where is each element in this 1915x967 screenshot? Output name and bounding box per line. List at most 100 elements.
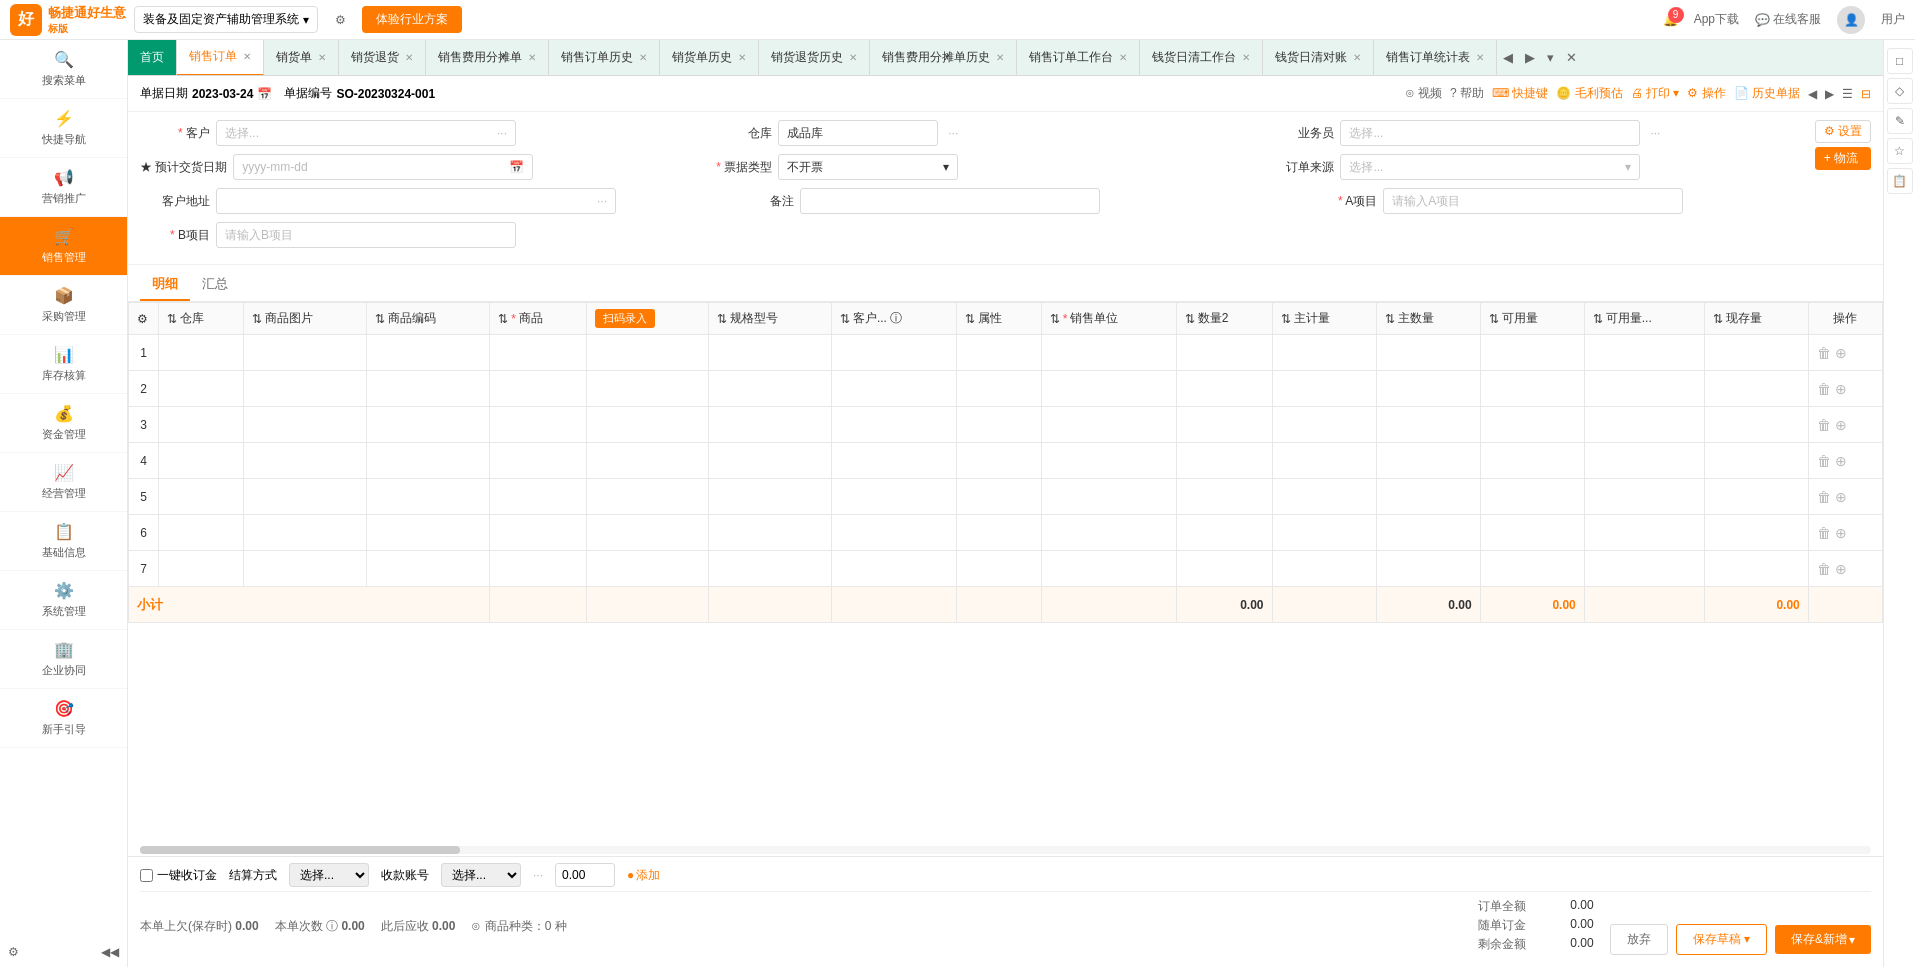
tab-expense-split-close[interactable]: ✕ — [528, 52, 536, 63]
row-6-attribute[interactable] — [956, 515, 1041, 551]
warehouse-ellipsis[interactable]: ··· — [948, 126, 958, 140]
tab-cash-reconcile[interactable]: 钱货日清对账 ✕ — [1263, 40, 1374, 76]
row-7-attribute[interactable] — [956, 551, 1041, 587]
row-6-code[interactable] — [367, 515, 490, 551]
row-7-delete-btn[interactable]: 🗑 — [1817, 561, 1831, 577]
customer-ellipsis[interactable]: ··· — [497, 126, 507, 140]
row-7-qty2[interactable] — [1176, 551, 1272, 587]
customer-address-input[interactable]: ··· — [216, 188, 616, 214]
tab-prev-btn[interactable]: ◀ — [1497, 40, 1519, 76]
right-panel-btn-5[interactable]: 📋 — [1887, 168, 1913, 194]
tab-sales-return[interactable]: 销货单 ✕ — [264, 40, 339, 76]
row-3-sales-unit[interactable] — [1041, 407, 1176, 443]
online-service-link[interactable]: 💬 在线客服 — [1755, 11, 1821, 28]
payment-amount-input[interactable] — [555, 863, 615, 887]
row-3-code[interactable] — [367, 407, 490, 443]
row-5-main-qty[interactable] — [1376, 479, 1480, 515]
tab-sales-refund[interactable]: 销货退货 ✕ — [339, 40, 426, 76]
print-btn[interactable]: 🖨 打印 ▾ — [1631, 85, 1680, 102]
tab-expense-history-close[interactable]: ✕ — [996, 52, 1004, 63]
tab-next-btn[interactable]: ▶ — [1519, 40, 1541, 76]
one-click-confirm-input[interactable] — [140, 869, 153, 882]
tab-cash-workbench-close[interactable]: ✕ — [1242, 52, 1250, 63]
user-avatar[interactable]: 👤 — [1837, 6, 1865, 34]
row-7-spec[interactable] — [708, 551, 831, 587]
calendar-icon[interactable]: 📅 — [257, 87, 272, 101]
tab-sales-return-close[interactable]: ✕ — [318, 52, 326, 63]
row-3-main-qty[interactable] — [1376, 407, 1480, 443]
sidebar-item-operations[interactable]: 📈 经营管理 — [0, 453, 127, 512]
settings-config-btn[interactable]: ⚙ 设置 — [1815, 120, 1871, 143]
row-7-warehouse[interactable] — [159, 551, 244, 587]
sidebar-item-marketing[interactable]: 📢 营销推广 — [0, 158, 127, 217]
customer-address-ellipsis[interactable]: ··· — [597, 194, 607, 208]
row-7-main-qty[interactable] — [1376, 551, 1480, 587]
row-2-delete-btn[interactable]: 🗑 — [1817, 381, 1831, 397]
toolbar-grid-view[interactable]: ☰ — [1842, 87, 1853, 101]
row-1-copy-btn[interactable]: ⊕ — [1835, 345, 1847, 361]
row-5-qty2[interactable] — [1176, 479, 1272, 515]
system-name-dropdown[interactable]: 装备及固定资产辅助管理系统 ▾ — [134, 6, 318, 33]
history-btn[interactable]: 📄 历史单据 — [1734, 85, 1800, 102]
tab-expense-history[interactable]: 销售费用分摊单历史 ✕ — [870, 40, 1017, 76]
row-3-delete-btn[interactable]: 🗑 — [1817, 417, 1831, 433]
add-payment-btn[interactable]: ● 添加 — [627, 867, 660, 884]
row-3-qty2[interactable] — [1176, 407, 1272, 443]
row-3-product[interactable] — [490, 407, 587, 443]
row-7-code[interactable] — [367, 551, 490, 587]
row-1-sales-unit[interactable] — [1041, 335, 1176, 371]
right-panel-btn-3[interactable]: ✎ — [1887, 108, 1913, 134]
profit-preview-btn[interactable]: 🪙 毛利预估 — [1556, 85, 1622, 102]
tab-sales-order[interactable]: 销售订单 ✕ — [177, 40, 264, 76]
sidebar-item-enterprise[interactable]: 🏢 企业协同 — [0, 630, 127, 689]
row-2-cust-code[interactable] — [831, 371, 956, 407]
row-4-product[interactable] — [490, 443, 587, 479]
view-video-btn[interactable]: ⊙ 视频 — [1405, 85, 1442, 102]
salesperson-input[interactable]: 选择... — [1340, 120, 1640, 146]
row-4-code[interactable] — [367, 443, 490, 479]
row-6-cust-code[interactable] — [831, 515, 956, 551]
sidebar-item-finance[interactable]: 💰 资金管理 — [0, 394, 127, 453]
tab-refund-history-close[interactable]: ✕ — [849, 52, 857, 63]
row-4-cust-code[interactable] — [831, 443, 956, 479]
sidebar-item-sales[interactable]: 🛒 销售管理 — [0, 217, 127, 276]
row-4-delete-btn[interactable]: 🗑 — [1817, 453, 1831, 469]
sidebar-item-inventory[interactable]: 📊 库存核算 — [0, 335, 127, 394]
tab-expense-split[interactable]: 销售费用分摊单 ✕ — [426, 40, 549, 76]
tab-sales-order-close[interactable]: ✕ — [243, 51, 251, 62]
detail-tab-detail[interactable]: 明细 — [140, 269, 190, 301]
plan-button[interactable]: 体验行业方案 — [362, 6, 462, 33]
row-1-delete-btn[interactable]: 🗑 — [1817, 345, 1831, 361]
row-7-sales-unit[interactable] — [1041, 551, 1176, 587]
row-5-sales-unit[interactable] — [1041, 479, 1176, 515]
right-panel-btn-2[interactable]: ◇ — [1887, 78, 1913, 104]
invoice-type-select[interactable]: 不开票 ▾ — [778, 154, 958, 180]
row-1-main-qty[interactable] — [1376, 335, 1480, 371]
tab-home[interactable]: 首页 — [128, 40, 177, 76]
sidebar-item-search[interactable]: 🔍 搜索菜单 — [0, 40, 127, 99]
toolbar-nav-next[interactable]: ▶ — [1825, 87, 1834, 101]
row-6-sales-unit[interactable] — [1041, 515, 1176, 551]
row-2-qty2[interactable] — [1176, 371, 1272, 407]
row-1-spec[interactable] — [708, 335, 831, 371]
tab-close-all-btn[interactable]: ✕ — [1560, 40, 1583, 76]
a-project-input[interactable]: 请输入A项目 — [1383, 188, 1683, 214]
right-panel-btn-1[interactable]: □ — [1887, 48, 1913, 74]
tab-return-history[interactable]: 销货单历史 ✕ — [660, 40, 759, 76]
row-3-warehouse[interactable] — [159, 407, 244, 443]
sidebar-item-system[interactable]: ⚙️ 系统管理 — [0, 571, 127, 630]
row-6-copy-btn[interactable]: ⊕ — [1835, 525, 1847, 541]
scrollbar-thumb[interactable] — [140, 846, 460, 854]
scan-btn[interactable]: 扫码录入 — [595, 309, 655, 328]
row-7-product[interactable] — [490, 551, 587, 587]
row-4-spec[interactable] — [708, 443, 831, 479]
row-3-cust-code[interactable] — [831, 407, 956, 443]
row-4-sales-unit[interactable] — [1041, 443, 1176, 479]
remark-input[interactable] — [800, 188, 1100, 214]
row-2-code[interactable] — [367, 371, 490, 407]
customer-input[interactable]: 选择... ··· — [216, 120, 516, 146]
b-project-input[interactable]: 请输入B项目 — [216, 222, 516, 248]
ops-btn[interactable]: ⚙ 操作 — [1687, 85, 1725, 102]
payment-method-select[interactable]: 选择... — [289, 863, 369, 887]
row-6-main-qty[interactable] — [1376, 515, 1480, 551]
